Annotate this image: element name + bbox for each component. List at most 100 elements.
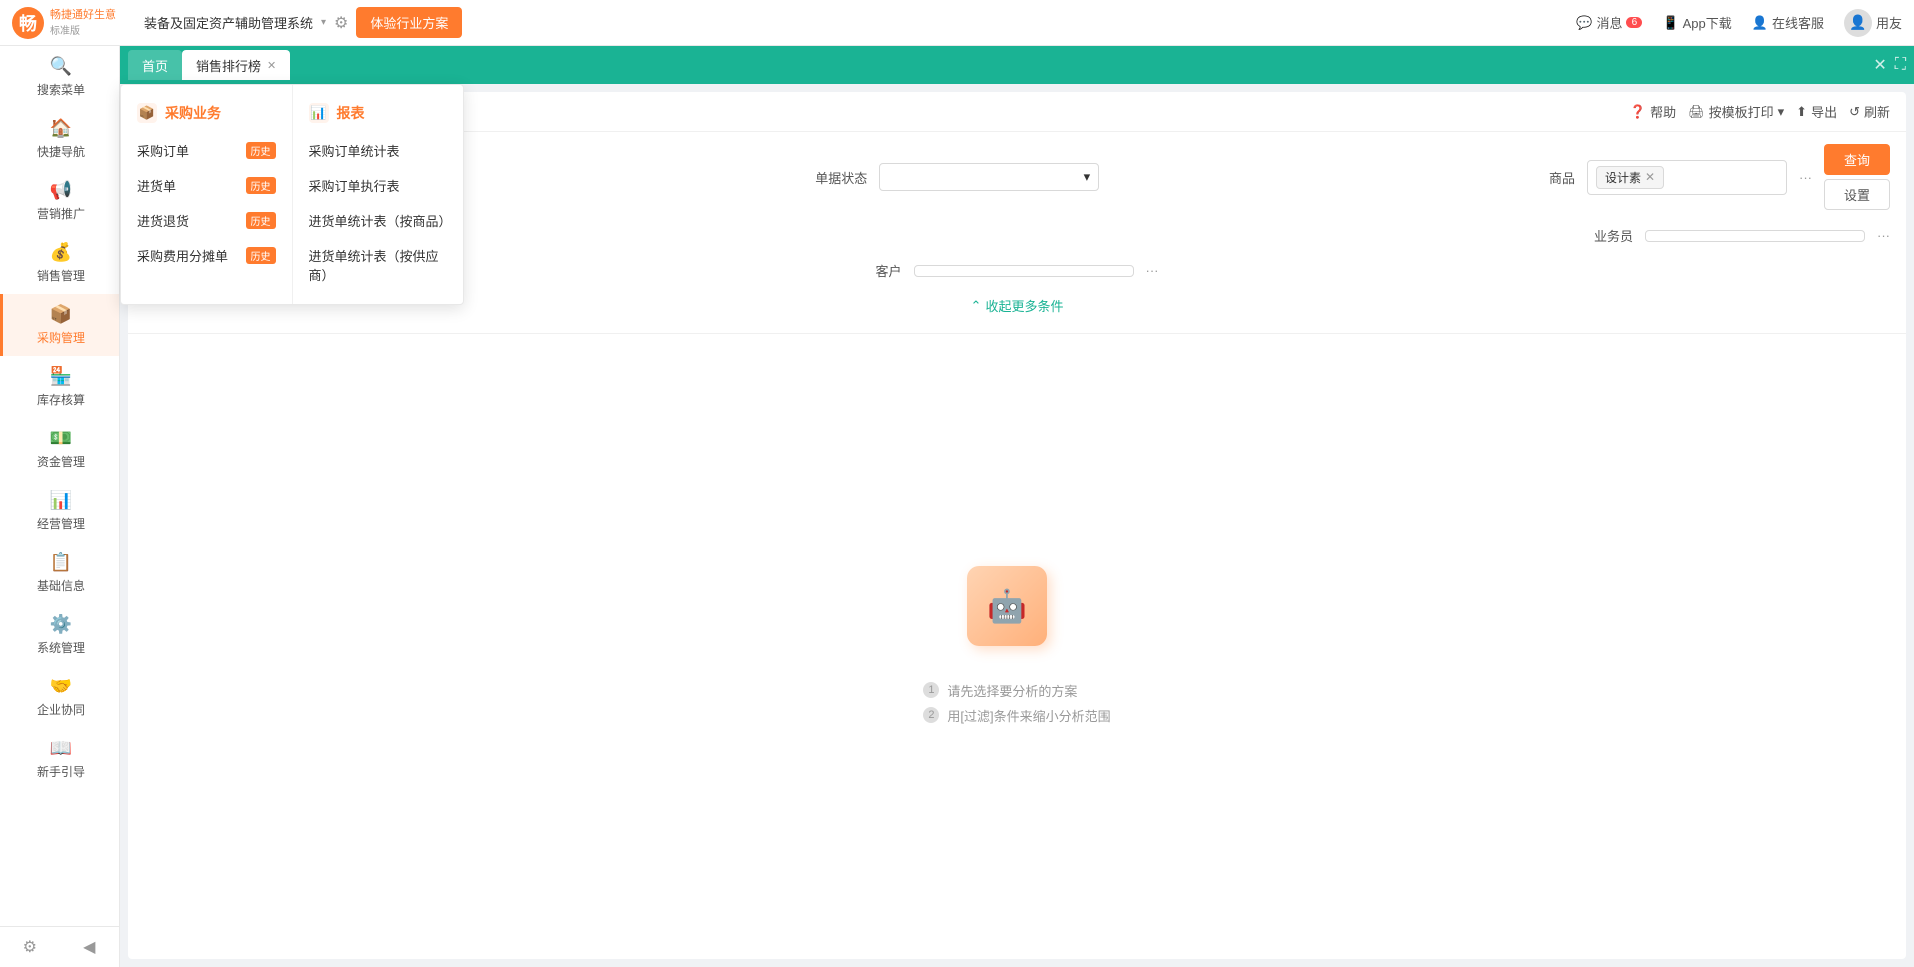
dropdown-item-incoming-stats-product[interactable]: 进货单统计表（按商品）: [293, 203, 464, 238]
empty-illustration: 🤖: [967, 566, 1047, 646]
app-download-btn[interactable]: 📱 App下载: [1662, 13, 1731, 32]
sidebar-label-marketing: 营销推广: [37, 205, 85, 222]
sidebar-label-system: 系统管理: [37, 639, 85, 656]
dropdown-item-expense[interactable]: 采购费用分摊单 历史: [121, 238, 292, 273]
sidebar-item-cooperation[interactable]: 🤝 企业协同: [0, 666, 119, 728]
dropdown-item-purchase-order-stats[interactable]: 采购订单统计表: [293, 133, 464, 168]
dropdown-col-purchase-title: 采购业务: [165, 103, 221, 123]
product-tag-text: 设计素: [1605, 169, 1641, 186]
sidebar-item-operations[interactable]: 📊 经营管理: [0, 480, 119, 542]
export-btn[interactable]: ⬆ 导出: [1796, 102, 1837, 121]
dropdown-col-purchase-header: 📦 采购业务: [121, 97, 292, 133]
dropdown-item-return[interactable]: 进货退货 历史: [121, 203, 292, 238]
incoming-label: 进货单: [137, 176, 176, 195]
purchase-order-exec-label: 采购订单执行表: [309, 176, 400, 195]
report-header-icon: 📊: [309, 103, 329, 123]
customer-select[interactable]: [914, 265, 1134, 277]
sidebar-item-sales[interactable]: 💰 销售管理: [0, 232, 119, 294]
sidebar-label-search: 搜索菜单: [37, 81, 85, 98]
service-icon: 👤: [1752, 15, 1768, 31]
purchase-icon: 📦: [50, 304, 72, 325]
help-btn[interactable]: ❓ 帮助: [1630, 102, 1676, 121]
tab-home-label: 首页: [142, 56, 168, 75]
industry-btn[interactable]: 体验行业方案: [356, 7, 462, 38]
gear-icon[interactable]: ⚙: [334, 13, 348, 33]
sales-icon: 💰: [50, 242, 72, 263]
sidebar-item-finance[interactable]: 💵 资金管理: [0, 418, 119, 480]
print-icon: 🖨: [1688, 104, 1705, 120]
dropdown-item-purchase-order-exec[interactable]: 采购订单执行表: [293, 168, 464, 203]
print-label: 按模板打印: [1709, 102, 1774, 121]
user-label: 用友: [1876, 13, 1902, 32]
sidebar-item-inventory[interactable]: 🏪 库存核算: [0, 356, 119, 418]
message-badge: 6: [1626, 17, 1642, 28]
setting-btn[interactable]: 设置: [1824, 179, 1890, 210]
purchase-order-stats-label: 采购订单统计表: [309, 141, 400, 160]
tabbar-right: ✕ ⛶: [1873, 55, 1906, 75]
doc-status-select[interactable]: ▾: [879, 163, 1099, 191]
logo-icon: 畅: [12, 7, 44, 39]
help-icon: ❓: [1630, 104, 1646, 120]
refresh-btn[interactable]: ↺ 刷新: [1849, 102, 1890, 121]
sidebar-item-marketing[interactable]: 📢 营销推广: [0, 170, 119, 232]
customer-more-icon[interactable]: ···: [1146, 263, 1159, 278]
cooperation-icon: 🤝: [50, 676, 72, 697]
dropdown-item-incoming-stats-supplier[interactable]: 进货单统计表（按供应商）: [293, 238, 464, 292]
system-dropdown-arrow[interactable]: ▾: [321, 17, 326, 28]
expense-history: 历史: [246, 247, 276, 264]
sidebar-collapse-btn[interactable]: ◀: [60, 927, 120, 967]
dropdown-item-incoming[interactable]: 进货单 历史: [121, 168, 292, 203]
product-tag: 设计素 ✕: [1596, 166, 1664, 189]
sidebar-item-quicknav[interactable]: 🏠 快捷导航: [0, 108, 119, 170]
sidebar-settings-btn[interactable]: ⚙: [0, 927, 60, 967]
collapse-up-icon: ⌃: [971, 298, 982, 314]
product-more-icon[interactable]: ···: [1799, 170, 1812, 185]
empty-tips: 1 请先选择要分析的方案 2 用[过滤]条件来缩小分析范围: [923, 678, 1110, 728]
logo-subtitle: 标准版: [50, 22, 116, 37]
tab-maximize-icon[interactable]: ⛶: [1895, 56, 1906, 74]
dropdown-item-purchase-order[interactable]: 采购订单 历史: [121, 133, 292, 168]
tab-sales-rank-label: 销售排行榜: [196, 56, 261, 75]
sidebar-label-basicinfo: 基础信息: [37, 577, 85, 594]
system-name: 装备及固定资产辅助管理系统: [144, 13, 313, 32]
tip-text-1: 请先选择要分析的方案: [947, 681, 1077, 700]
product-select[interactable]: 设计素 ✕: [1587, 160, 1787, 195]
logo: 畅 畅捷通好生意 标准版: [12, 7, 132, 39]
sidebar-label-sales: 销售管理: [37, 267, 85, 284]
export-label: 导出: [1811, 102, 1837, 121]
sidebar: 🔍 搜索菜单 🏠 快捷导航 📢 营销推广 💰 销售管理 📦 采购管理 🏪 库存核…: [0, 46, 120, 967]
sidebar-item-purchase[interactable]: 📦 采购管理: [0, 294, 119, 356]
product-label: 商品: [1549, 168, 1575, 187]
product-tag-close[interactable]: ✕: [1645, 170, 1655, 184]
marketing-icon: 📢: [50, 180, 72, 201]
tab-close-icon[interactable]: ✕: [267, 59, 276, 72]
logo-text-block: 畅捷通好生意 标准版: [50, 8, 116, 37]
online-service-btn[interactable]: 👤 在线客服: [1752, 13, 1824, 32]
salesperson-more-icon[interactable]: ···: [1877, 228, 1890, 243]
salesperson-select[interactable]: [1645, 230, 1865, 242]
user-btn[interactable]: 👤 用友: [1844, 9, 1902, 37]
topbar: 畅 畅捷通好生意 标准版 装备及固定资产辅助管理系统 ▾ ⚙ 体验行业方案 💬 …: [0, 0, 1914, 46]
empty-icon: 🤖: [967, 566, 1067, 666]
refresh-icon: ↺: [1849, 104, 1860, 120]
sidebar-label-inventory: 库存核算: [37, 391, 85, 408]
sidebar-label-purchase: 采购管理: [37, 329, 85, 346]
tab-sales-rank[interactable]: 销售排行榜 ✕: [182, 50, 290, 80]
sidebar-item-guide[interactable]: 📖 新手引导: [0, 728, 119, 790]
empty-tip-2: 2 用[过滤]条件来缩小分析范围: [923, 703, 1110, 728]
sidebar-item-basicinfo[interactable]: 📋 基础信息: [0, 542, 119, 604]
refresh-label: 刷新: [1864, 102, 1890, 121]
sidebar-bottom: ⚙ ◀: [0, 926, 119, 967]
query-btn[interactable]: 查询: [1824, 144, 1890, 175]
print-btn[interactable]: 🖨 按模板打印 ▾: [1688, 102, 1784, 121]
topbar-right: 💬 消息 6 📱 App下载 👤 在线客服 👤 用友: [1576, 9, 1902, 37]
export-icon: ⬆: [1796, 104, 1807, 120]
message-btn[interactable]: 💬 消息 6: [1576, 13, 1642, 32]
print-dropdown-icon[interactable]: ▾: [1778, 104, 1785, 120]
purchase-order-history: 历史: [246, 142, 276, 159]
tab-close-all-icon[interactable]: ✕: [1873, 55, 1886, 75]
message-label: 消息: [1596, 13, 1622, 32]
sidebar-item-system[interactable]: ⚙️ 系统管理: [0, 604, 119, 666]
tab-home[interactable]: 首页: [128, 50, 182, 80]
sidebar-item-search[interactable]: 🔍 搜索菜单: [0, 46, 119, 108]
